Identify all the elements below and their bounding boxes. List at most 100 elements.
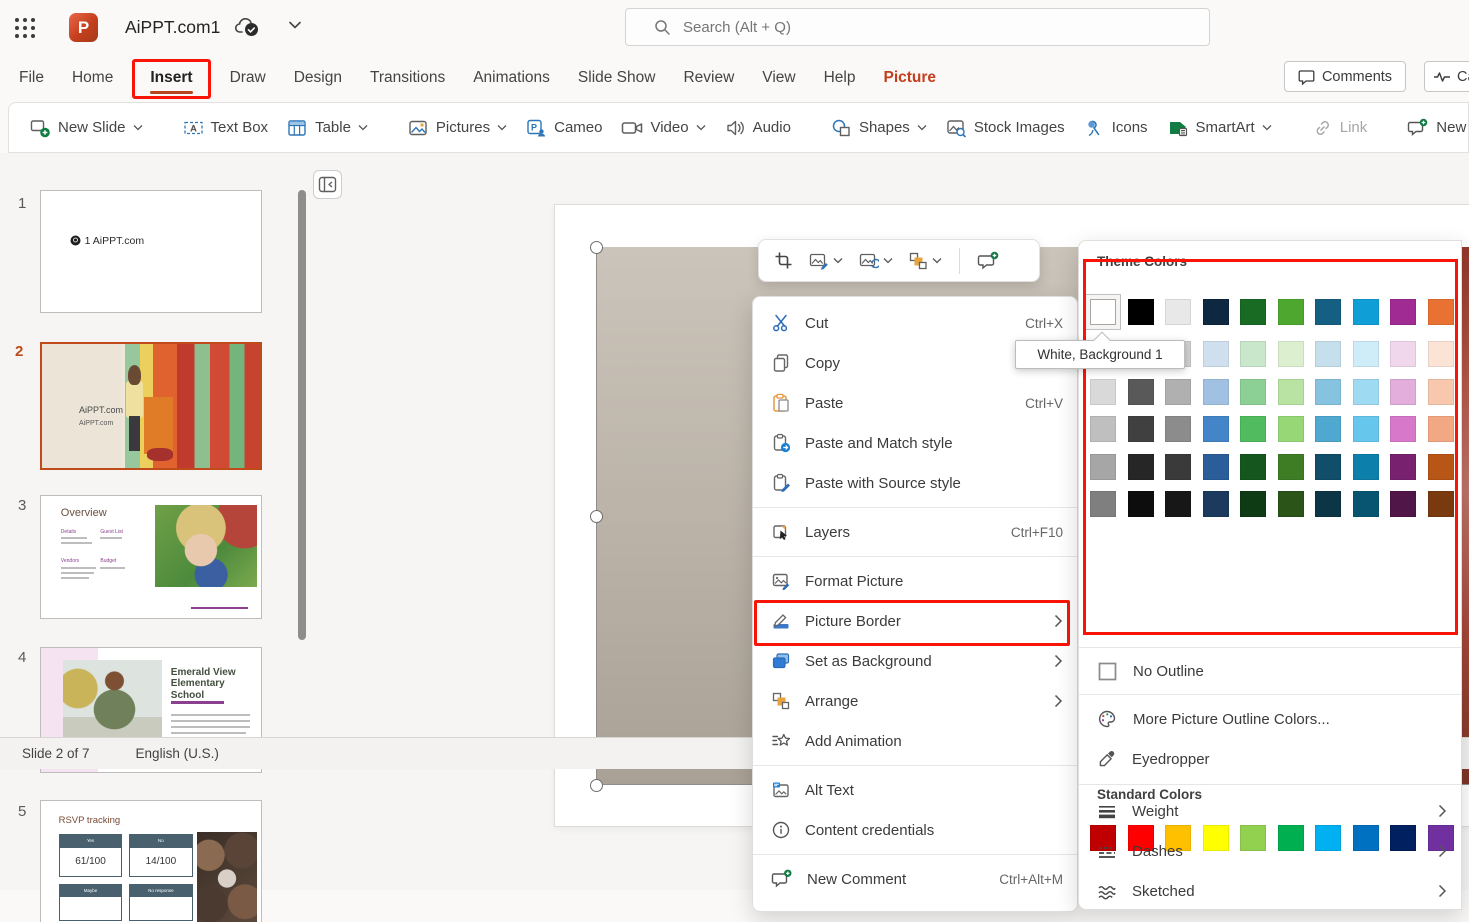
resize-handle-top-left[interactable]	[590, 241, 603, 254]
info-circle-icon	[771, 820, 791, 840]
tab-slide-show[interactable]: Slide Show	[578, 69, 656, 87]
floating-picture-toolbar	[758, 239, 1040, 282]
title-chevron-down-icon[interactable]	[288, 20, 302, 30]
eyedropper-button[interactable]: Eyedropper	[1079, 739, 1461, 779]
tab-picture[interactable]: Picture	[884, 69, 937, 87]
tab-view[interactable]: View	[762, 69, 795, 87]
panel-separator	[1079, 694, 1461, 695]
menu-item-cut[interactable]: Cut Ctrl+X	[753, 303, 1077, 343]
video-button[interactable]: Video	[616, 112, 710, 144]
slide-thumbnail-5[interactable]: RSVP tracking Yes No 61/100 14/100 Maybe…	[40, 800, 262, 922]
slide-thumbnail-1[interactable]: 1 AiPPT.com	[40, 190, 262, 313]
menu-item-paste-source-style[interactable]: Paste with Source style	[753, 463, 1077, 503]
menu-item-format-picture[interactable]: Format Picture	[753, 561, 1077, 601]
toolbar-new-comment-button[interactable]	[974, 248, 1003, 274]
language-status[interactable]: English (U.S.)	[136, 746, 219, 761]
tab-file[interactable]: File	[19, 69, 44, 87]
svg-text:P: P	[531, 122, 537, 132]
menu-item-new-comment[interactable]: New Comment Ctrl+Alt+M	[753, 859, 1077, 899]
alt-text-icon	[771, 780, 791, 800]
no-outline-button[interactable]: No Outline	[1079, 651, 1461, 691]
pulse-icon	[1433, 70, 1451, 84]
ribbon-new-comment-button[interactable]: New	[1402, 112, 1469, 144]
weight-menu-item[interactable]: Weight	[1079, 791, 1461, 831]
menu-item-paste[interactable]: Paste Ctrl+V	[753, 383, 1077, 423]
crop-button[interactable]	[771, 248, 796, 273]
tab-design[interactable]: Design	[294, 69, 342, 87]
paste-match-style-icon	[771, 433, 791, 453]
sketched-icon	[1097, 882, 1117, 900]
menu-item-set-as-background[interactable]: Set as Background	[753, 641, 1077, 681]
powerpoint-web-app: P AiPPT.com1 File Home Insert Draw Desi	[0, 0, 1469, 922]
dashes-menu-item[interactable]: Dashes	[1079, 831, 1461, 871]
panel-separator	[1079, 647, 1461, 648]
catchup-button[interactable]: Ca	[1424, 61, 1469, 92]
menu-item-picture-border[interactable]: Picture Border	[753, 601, 1077, 641]
tab-review[interactable]: Review	[683, 69, 734, 87]
more-picture-outline-colors-button[interactable]: More Picture Outline Colors...	[1079, 699, 1461, 739]
slide-count-status[interactable]: Slide 2 of 7	[22, 746, 90, 761]
app-launcher-icon[interactable]	[12, 15, 38, 41]
menu-separator	[753, 854, 1077, 855]
thumb1-text: 1 AiPPT.com	[84, 234, 145, 247]
tab-transitions[interactable]: Transitions	[370, 69, 445, 87]
submenu-chevron-icon	[1054, 614, 1063, 628]
thumb2-title: AiPPT.com	[79, 404, 124, 415]
panel-separator	[1079, 784, 1461, 785]
menu-item-add-animation[interactable]: Add Animation	[753, 721, 1077, 761]
stock-images-button[interactable]: Stock Images	[941, 112, 1070, 144]
submenu-chevron-icon	[1054, 694, 1063, 708]
smartart-button[interactable]: SmartArt	[1162, 112, 1277, 144]
menu-item-alt-text[interactable]: Alt Text	[753, 770, 1077, 810]
comments-button[interactable]: Comments	[1284, 61, 1406, 92]
thumb5-title: RSVP tracking	[58, 814, 121, 826]
powerpoint-logo[interactable]: P	[69, 13, 98, 42]
text-box-button[interactable]: Text Box	[178, 112, 274, 144]
arrange-dropdown[interactable]	[906, 249, 945, 273]
icons-button[interactable]: Icons	[1079, 112, 1153, 144]
tab-home[interactable]: Home	[72, 69, 113, 87]
copy-icon	[771, 353, 791, 373]
slide-number: 5	[18, 803, 27, 820]
search-bar[interactable]	[625, 8, 1210, 46]
tab-draw[interactable]: Draw	[230, 69, 266, 87]
shapes-button[interactable]: Shapes	[826, 112, 932, 144]
resize-handle-middle-left[interactable]	[590, 510, 603, 523]
menu-item-content-credentials[interactable]: Content credentials	[753, 810, 1077, 850]
tab-insert[interactable]: Insert	[132, 58, 211, 99]
tab-help[interactable]: Help	[824, 69, 856, 87]
submenu-chevron-icon	[1054, 654, 1063, 668]
thumb4-title: Emerald View Elementary School	[170, 666, 236, 701]
table-button[interactable]: Table	[282, 112, 373, 144]
search-icon	[654, 19, 671, 36]
cloud-saved-icon	[235, 15, 261, 39]
resize-handle-bottom-left[interactable]	[590, 779, 603, 792]
menu-item-layers[interactable]: Layers Ctrl+F10	[753, 512, 1077, 552]
weight-icon	[1097, 802, 1117, 820]
new-comment-icon	[771, 869, 793, 889]
sketched-menu-item[interactable]: Sketched	[1079, 871, 1461, 911]
dashes-icon	[1097, 842, 1117, 860]
search-input[interactable]	[683, 18, 1163, 36]
add-animation-icon	[771, 731, 791, 751]
pictures-button[interactable]: Pictures	[403, 112, 512, 144]
menu-item-arrange[interactable]: Arrange	[753, 681, 1077, 721]
picture-style-dropdown[interactable]	[806, 249, 846, 273]
kids-photo	[197, 832, 257, 922]
top-bar: P AiPPT.com1	[0, 0, 1469, 55]
audio-button[interactable]: Audio	[720, 112, 796, 144]
picture-right-edge	[1462, 247, 1469, 784]
change-picture-dropdown[interactable]	[856, 249, 896, 273]
tab-animations[interactable]: Animations	[473, 69, 550, 87]
cameo-button[interactable]: P Cameo	[521, 112, 607, 144]
menu-separator	[753, 765, 1077, 766]
arrange-icon	[771, 691, 791, 711]
menu-item-paste-match-style[interactable]: Paste and Match style	[753, 423, 1077, 463]
document-title[interactable]: AiPPT.com1	[125, 17, 220, 38]
thumbnail-scrollbar[interactable]	[298, 190, 306, 640]
new-slide-button[interactable]: New Slide	[25, 112, 148, 144]
collapse-pane-button[interactable]	[313, 170, 342, 199]
slide-thumbnail-3[interactable]: Overview Details Guest List Vendors Budg…	[40, 495, 262, 619]
slide-thumbnail-2-selected[interactable]: AiPPT.com AiPPT.com	[40, 342, 262, 470]
thumb3-title: Overview	[60, 506, 107, 519]
